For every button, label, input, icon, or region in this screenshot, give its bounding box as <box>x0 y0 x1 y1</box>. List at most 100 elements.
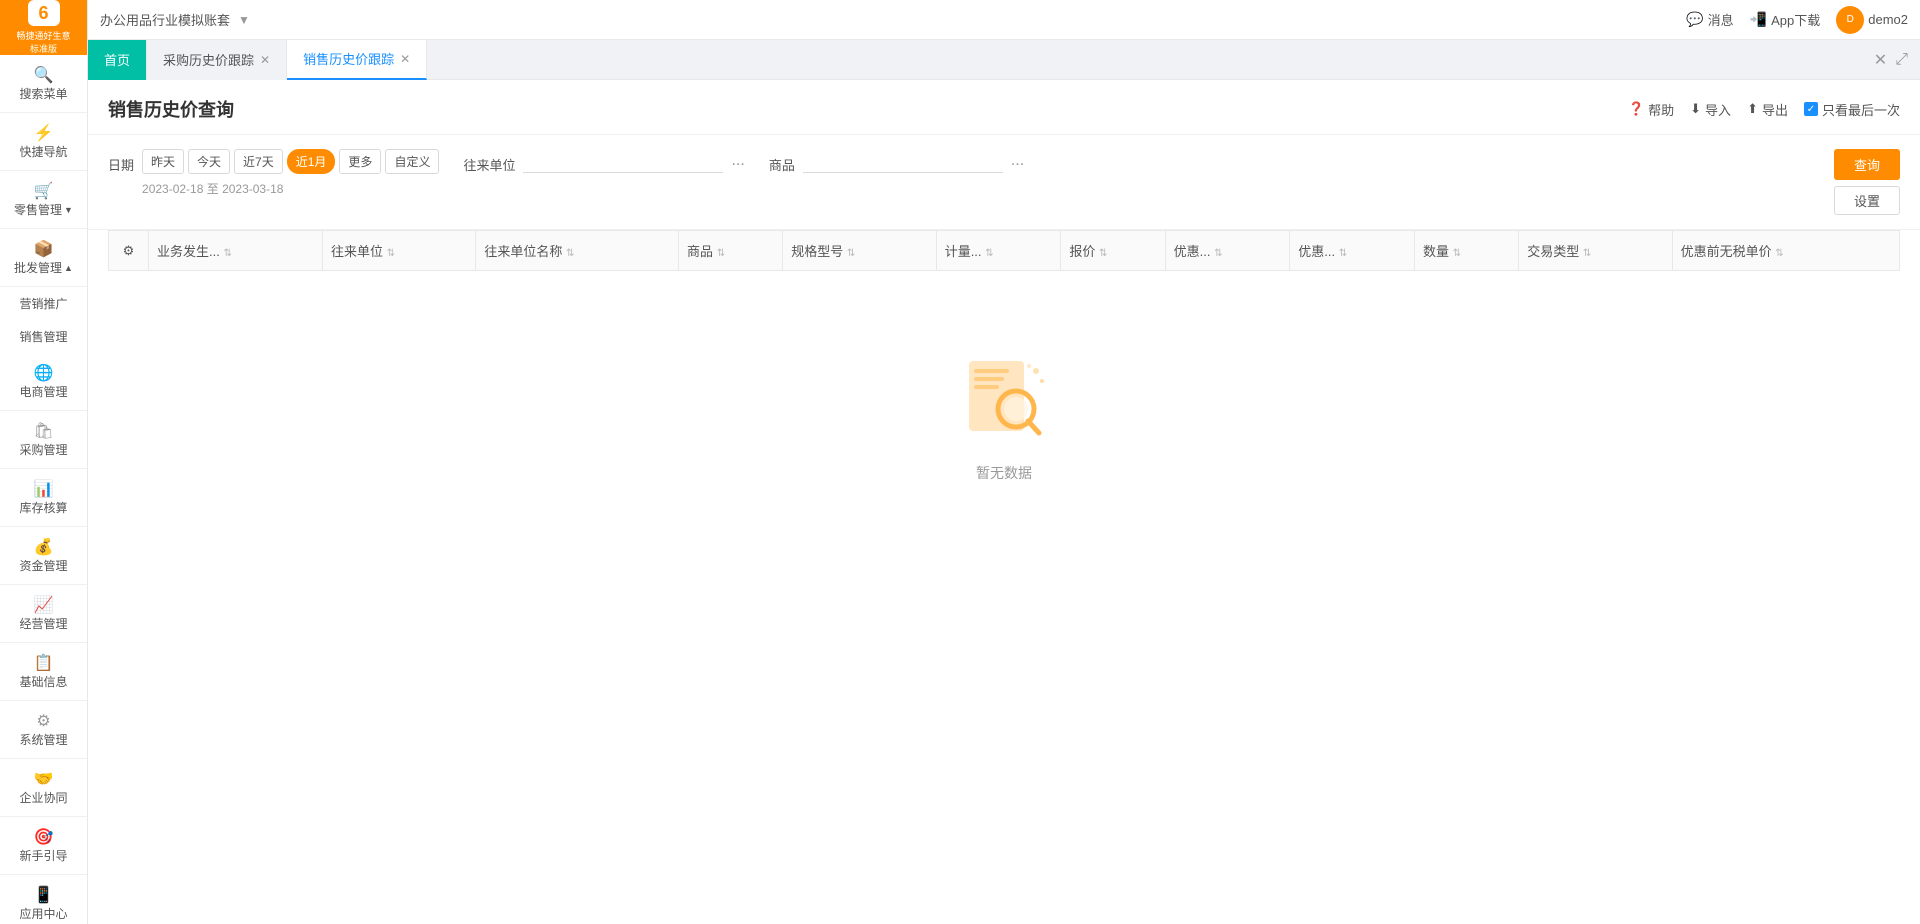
only-last-label: 只看最后一次 <box>1822 100 1900 119</box>
gear-icon[interactable]: ⚙ <box>123 243 135 258</box>
chevron-up-icon: ▲ <box>64 263 73 273</box>
tab-close-purchase[interactable]: ✕ <box>260 53 270 67</box>
partner-input[interactable] <box>523 149 723 173</box>
page-title: 销售历史价查询 <box>108 96 234 122</box>
col-spec[interactable]: 规格型号 ⇅ <box>783 231 936 271</box>
only-last-checkbox[interactable] <box>1804 102 1818 116</box>
col-discount1[interactable]: 优惠... ⇅ <box>1165 231 1290 271</box>
sidebar: 6 畅捷通好生意 标准版 🔍 搜索菜单 ⚡ 快捷导航 🛒 零售管理 ▼ 📦 批发… <box>0 0 88 924</box>
sidebar-item-purchase[interactable]: 🛍 采购管理 <box>0 411 88 469</box>
tab-home[interactable]: 首页 <box>88 40 147 80</box>
goods-input[interactable] <box>803 149 1003 173</box>
tab-purchase-history[interactable]: 采购历史价跟踪 ✕ <box>147 40 287 80</box>
partner-dots[interactable]: ... <box>731 152 744 170</box>
col-discount2[interactable]: 优惠... ⇅ <box>1290 231 1415 271</box>
col-gear[interactable]: ⚙ <box>109 231 149 271</box>
inventory-icon: 📊 <box>34 479 54 499</box>
sidebar-item-inventory[interactable]: 📊 库存核算 <box>0 469 88 527</box>
col-partner-code[interactable]: 往来单位 ⇅ <box>322 231 475 271</box>
date-options: 昨天 今天 近7天 近1月 更多 自定义 2023-02-18 至 2023-0… <box>142 149 439 197</box>
page-header: 销售历史价查询 ❓ 帮助 ⬇ 导入 ⬆ 导出 只看最后一次 <box>88 80 1920 135</box>
col-trade-type[interactable]: 交易类型 ⇅ <box>1519 231 1672 271</box>
message-label: 消息 <box>1708 10 1734 29</box>
col-quote-price[interactable]: 报价 ⇅ <box>1061 231 1165 271</box>
sidebar-item-enterprise[interactable]: 🤝 企业协同 <box>0 759 88 817</box>
date-btn-7days[interactable]: 近7天 <box>234 149 283 174</box>
col-goods[interactable]: 商品 ⇅ <box>679 231 783 271</box>
sidebar-item-system[interactable]: ⚙ 系统管理 <box>0 701 88 759</box>
sidebar-item-finance[interactable]: 💰 资金管理 <box>0 527 88 585</box>
date-btn-yesterday[interactable]: 昨天 <box>142 149 184 174</box>
app-download-label: App下载 <box>1771 10 1820 29</box>
sidebar-item-retail[interactable]: 🛒 零售管理 ▼ <box>0 171 88 229</box>
help-icon: ❓ <box>1628 101 1644 117</box>
sidebar-item-shortcut[interactable]: ⚡ 快捷导航 <box>0 113 88 171</box>
shortcut-icon: ⚡ <box>34 123 54 143</box>
sort-icon-discount1: ⇅ <box>1214 248 1222 259</box>
data-table: ⚙ 业务发生... ⇅ 往来单位 ⇅ 往来单位名称 ⇅ <box>108 230 1900 271</box>
workspace-dropdown-icon[interactable]: ▼ <box>238 13 250 27</box>
export-button[interactable]: ⬆ 导出 <box>1747 100 1788 119</box>
logo-sub: 标准版 <box>30 42 57 55</box>
topbar-right: 💬 消息 📲 App下载 D demo2 <box>1686 6 1908 34</box>
purchase-icon: 🛍 <box>33 421 53 441</box>
sidebar-item-basic[interactable]: 📋 基础信息 <box>0 643 88 701</box>
sort-icon-quote-price: ⇅ <box>1099 248 1107 259</box>
table-container: ⚙ 业务发生... ⇅ 往来单位 ⇅ 往来单位名称 ⇅ <box>88 230 1920 563</box>
export-icon: ⬆ <box>1747 101 1758 117</box>
sidebar-item-apps[interactable]: 📱 应用中心 <box>0 875 88 924</box>
sort-icon-partner-code: ⇅ <box>387 248 395 259</box>
goods-filter-group: 商品 ... <box>769 149 1024 174</box>
sidebar-item-search[interactable]: 🔍 搜索菜单 <box>0 55 88 113</box>
sidebar-item-label: 销售管理 <box>19 328 67 345</box>
col-quantity[interactable]: 数量 ⇅ <box>1415 231 1519 271</box>
import-icon: ⬇ <box>1690 101 1701 117</box>
col-unit[interactable]: 计量... ⇅ <box>936 231 1061 271</box>
apps-icon: 📱 <box>34 885 54 905</box>
date-btn-custom[interactable]: 自定义 <box>385 149 439 174</box>
sort-icon-unit: ⇅ <box>985 248 993 259</box>
empty-state: 暂无数据 <box>108 271 1900 563</box>
sidebar-item-marketing[interactable]: 营销推广 <box>0 287 88 320</box>
import-button[interactable]: ⬇ 导入 <box>1690 100 1731 119</box>
help-button[interactable]: ❓ 帮助 <box>1628 100 1674 119</box>
purchase-history-tab-label: 采购历史价跟踪 <box>163 50 254 69</box>
retail-icon: 🛒 <box>34 181 54 201</box>
col-biz-date[interactable]: 业务发生... ⇅ <box>149 231 323 271</box>
content-area: 销售历史价查询 ❓ 帮助 ⬇ 导入 ⬆ 导出 只看最后一次 <box>88 80 1920 924</box>
close-tab-button[interactable]: ✕ <box>1874 50 1887 70</box>
goods-dots[interactable]: ... <box>1011 152 1024 170</box>
logo-icon: 6 <box>28 0 60 26</box>
sidebar-item-wholesale[interactable]: 📦 批发管理 ▲ <box>0 229 88 287</box>
tabbar-actions: ✕ ⤢ <box>1874 50 1920 70</box>
col-pre-tax-price[interactable]: 优惠前无税单价 ⇅ <box>1672 231 1899 271</box>
user-menu[interactable]: D demo2 <box>1836 6 1908 34</box>
tab-close-sales[interactable]: ✕ <box>400 52 410 66</box>
partner-input-group: ... <box>523 149 744 173</box>
sidebar-item-sales[interactable]: 销售管理 <box>0 320 88 353</box>
app-download-button[interactable]: 📲 App下载 <box>1750 10 1821 29</box>
date-filter-group: 日期 昨天 今天 近7天 近1月 更多 自定义 2023-02-18 至 202… <box>108 149 439 197</box>
settings-button[interactable]: 设置 <box>1834 186 1900 215</box>
avatar: D <box>1836 6 1864 34</box>
sort-icon-partner-name: ⇅ <box>566 248 574 259</box>
system-icon: ⚙ <box>36 711 50 731</box>
tab-sales-history[interactable]: 销售历史价跟踪 ✕ <box>287 40 427 80</box>
home-tab-label: 首页 <box>104 50 130 69</box>
date-btn-more[interactable]: 更多 <box>339 149 381 174</box>
query-button[interactable]: 查询 <box>1834 149 1900 180</box>
topbar: 办公用品行业模拟账套 ▼ 💬 消息 📲 App下载 D demo2 <box>88 0 1920 40</box>
col-partner-name[interactable]: 往来单位名称 ⇅ <box>476 231 679 271</box>
message-button[interactable]: 💬 消息 <box>1686 10 1733 29</box>
sidebar-item-newbie[interactable]: 🎯 新手引导 <box>0 817 88 875</box>
date-btn-1month[interactable]: 近1月 <box>287 149 336 174</box>
expand-button[interactable]: ⤢ <box>1895 51 1908 69</box>
sidebar-item-operation[interactable]: 📈 经营管理 <box>0 585 88 643</box>
page-header-actions: ❓ 帮助 ⬇ 导入 ⬆ 导出 只看最后一次 <box>1628 100 1900 119</box>
sort-icon-pre-tax-price: ⇅ <box>1775 248 1783 259</box>
sidebar-item-ecommerce[interactable]: 🌐 电商管理 <box>0 353 88 411</box>
only-last-toggle[interactable]: 只看最后一次 <box>1804 100 1900 119</box>
sidebar-item-label: 企业协同 <box>19 789 67 806</box>
date-btn-today[interactable]: 今天 <box>188 149 230 174</box>
download-icon: 📲 <box>1750 11 1767 28</box>
